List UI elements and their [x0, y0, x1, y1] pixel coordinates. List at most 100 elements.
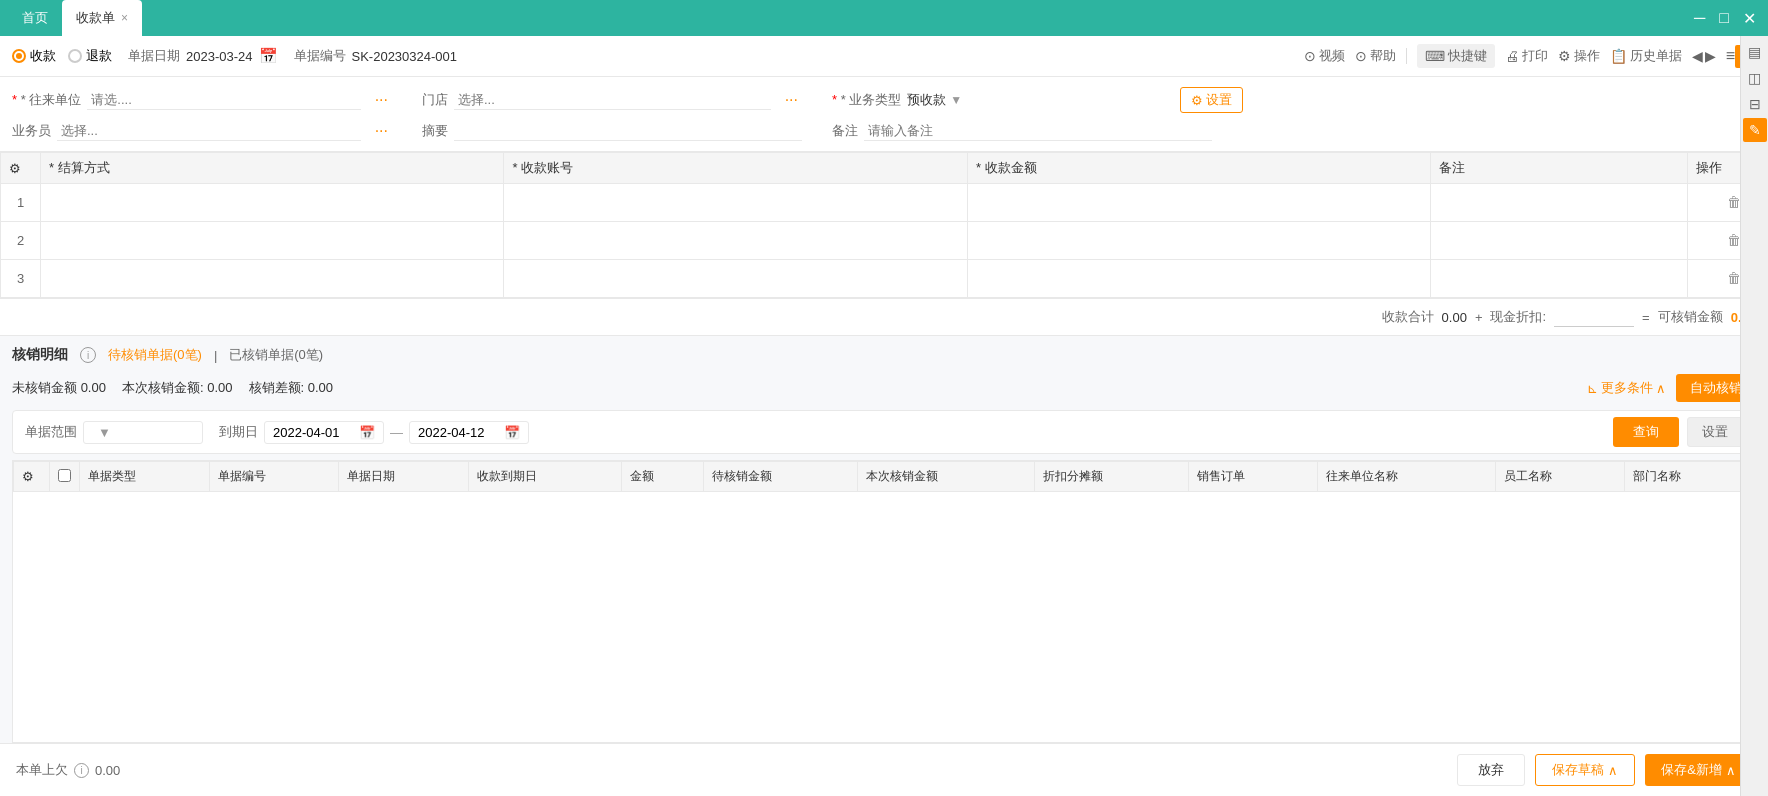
- rp-table-icon[interactable]: ▤: [1743, 40, 1767, 64]
- shop-more-btn[interactable]: ···: [781, 91, 802, 109]
- radio-refund[interactable]: 退款: [68, 47, 112, 65]
- draft-btn[interactable]: 保存草稿 ∧: [1535, 754, 1635, 786]
- row-amount-1[interactable]: [967, 184, 1430, 222]
- window-close-icon[interactable]: ✕: [1739, 7, 1760, 30]
- row-delete-1[interactable]: 🗑: [1727, 194, 1741, 211]
- due-end-date[interactable]: 2022-04-12 📅: [409, 421, 529, 444]
- next-arrow[interactable]: ▶: [1705, 48, 1716, 64]
- abandon-btn[interactable]: 放弃: [1457, 754, 1525, 786]
- row-account-1[interactable]: [504, 184, 967, 222]
- writeoff-form: 单据范围 ▼ 到期日 2022-04-01 📅 — 2022-04-12 📅: [12, 410, 1756, 454]
- window-maximize-icon[interactable]: □: [1715, 7, 1733, 29]
- unchecked-value: 0.00: [81, 380, 106, 395]
- row-account-3[interactable]: [504, 260, 967, 298]
- window-minimize-icon[interactable]: ─: [1690, 7, 1709, 29]
- wo-select-all[interactable]: [58, 469, 71, 482]
- row-amount-3[interactable]: [967, 260, 1430, 298]
- due-label: 到期日: [219, 423, 258, 441]
- row-delete-3[interactable]: 🗑: [1727, 270, 1741, 287]
- pending-tab[interactable]: 待核销单据(0笔): [108, 346, 202, 364]
- radio-receipt[interactable]: 收款: [12, 47, 56, 65]
- row-num-1: 1: [1, 184, 41, 222]
- staff-input[interactable]: [57, 121, 361, 141]
- summary-input[interactable]: [454, 121, 802, 141]
- row-account-2[interactable]: [504, 222, 967, 260]
- table-area: ⚙ * 结算方式 * 收款账号 * 收款金额 备注 操作 1: [0, 152, 1768, 299]
- draft-chevron-icon: ∧: [1608, 763, 1618, 778]
- tab-close-icon[interactable]: ×: [121, 11, 128, 25]
- rp-edit-icon[interactable]: ✎: [1743, 118, 1767, 142]
- staff-field: 业务员 ···: [12, 121, 392, 141]
- due-start-input[interactable]: 2022-04-01: [273, 425, 353, 440]
- writeoff-stats: 未核销金额 0.00 本次核销金额: 0.00 核销差额: 0.00 ⊾ 更多条…: [0, 370, 1768, 410]
- diff-stat: 核销差额: 0.00: [249, 379, 334, 397]
- biz-type-select[interactable]: 预收款 ▼: [907, 91, 962, 109]
- row-remark-3[interactable]: [1431, 260, 1688, 298]
- receipt-refund-radio: 收款 退款: [12, 47, 112, 65]
- due-end-input[interactable]: 2022-04-12: [418, 425, 498, 440]
- remark-input[interactable]: [864, 121, 1212, 141]
- writeoff-table-area: ⚙ 单据类型 单据编号 单据日期 收款到期日 金额 待核销金额 本次核销金额 折…: [12, 460, 1756, 743]
- summary-row: 收款合计 0.00 + 现金折扣: = 可核销金额 0.00: [0, 299, 1768, 336]
- shortcut-btn[interactable]: ⌨ 快捷键: [1417, 44, 1495, 68]
- order-info-icon[interactable]: i: [74, 763, 89, 778]
- docno-label: 单据编号: [294, 47, 346, 65]
- staff-more-btn[interactable]: ···: [371, 122, 392, 140]
- wo-no-th: 单据编号: [209, 462, 339, 492]
- tab-active[interactable]: 收款单 ×: [62, 0, 142, 36]
- due-start-date[interactable]: 2022-04-01 📅: [264, 421, 384, 444]
- operate-btn[interactable]: ⚙ 操作: [1558, 47, 1600, 65]
- tab-home[interactable]: 首页: [8, 0, 62, 36]
- rp-attach-icon[interactable]: ⊟: [1743, 92, 1767, 116]
- row-settle-2[interactable]: [41, 222, 504, 260]
- row-remark-2[interactable]: [1431, 222, 1688, 260]
- date-calendar-icon[interactable]: 📅: [259, 47, 278, 65]
- wo-gear-icon: ⚙: [22, 469, 34, 484]
- row-amount-2[interactable]: [967, 222, 1430, 260]
- more-conditions-btn[interactable]: ⊾ 更多条件 ∧: [1587, 379, 1666, 397]
- wo-partner-th: 往来单位名称: [1318, 462, 1495, 492]
- writeoff-info-icon[interactable]: i: [80, 347, 96, 363]
- summary-label: 摘要: [422, 122, 448, 140]
- history-btn[interactable]: 📋 历史单据: [1610, 47, 1682, 65]
- biz-type-chevron: ▼: [950, 93, 962, 107]
- wo-gear-th[interactable]: ⚙: [14, 462, 50, 492]
- video-btn[interactable]: ⊙ 视频: [1304, 47, 1345, 65]
- counterpart-input[interactable]: [87, 90, 360, 110]
- discount-input[interactable]: [1554, 307, 1634, 327]
- query-btn[interactable]: 查询: [1613, 417, 1679, 447]
- row-settle-3[interactable]: [41, 260, 504, 298]
- save-new-chevron-icon: ∧: [1726, 763, 1736, 778]
- remark-field: 备注: [832, 121, 1212, 141]
- prev-arrow[interactable]: ◀: [1692, 48, 1703, 64]
- help-btn[interactable]: ⊙ 帮助: [1355, 47, 1396, 65]
- wo-checkbox-th[interactable]: [50, 462, 80, 492]
- row-num-2: 2: [1, 222, 41, 260]
- done-tab[interactable]: 已核销单据(0笔): [229, 346, 323, 364]
- range-select[interactable]: ▼: [83, 421, 203, 444]
- calendar-icon[interactable]: 📅: [359, 425, 375, 440]
- table-gear-th[interactable]: ⚙: [1, 153, 41, 184]
- range-chevron-icon: ▼: [98, 425, 111, 440]
- row-settle-1[interactable]: [41, 184, 504, 222]
- this-stat: 本次核销金额: 0.00: [122, 379, 233, 397]
- date-field: 单据日期 2023-03-24 📅: [128, 47, 278, 65]
- list-view-icon[interactable]: ≡: [1726, 47, 1735, 65]
- counterpart-more-btn[interactable]: ···: [371, 91, 392, 109]
- equals-sign: =: [1642, 310, 1650, 325]
- diff-label: 核销差额:: [249, 380, 305, 395]
- row-delete-2[interactable]: 🗑: [1727, 232, 1741, 249]
- form-area: * 往来单位 ··· 门店 ··· * 业务类型 预收款 ▼ ⚙ 设置: [0, 77, 1768, 152]
- operate-label: 操作: [1574, 47, 1600, 65]
- unchecked-label: 未核销金额: [12, 380, 77, 395]
- wo-setting-btn[interactable]: 设置: [1687, 417, 1743, 447]
- row-remark-1[interactable]: [1431, 184, 1688, 222]
- settle-th: * 结算方式: [41, 153, 504, 184]
- setting-button[interactable]: ⚙ 设置: [1180, 87, 1243, 113]
- shop-input[interactable]: [454, 90, 771, 110]
- rp-list-icon[interactable]: ◫: [1743, 66, 1767, 90]
- print-btn[interactable]: 🖨 打印: [1505, 47, 1548, 65]
- save-new-btn[interactable]: 保存&新增 ∧: [1645, 754, 1752, 786]
- radio-refund-label: 退款: [86, 47, 112, 65]
- calendar-icon2[interactable]: 📅: [504, 425, 520, 440]
